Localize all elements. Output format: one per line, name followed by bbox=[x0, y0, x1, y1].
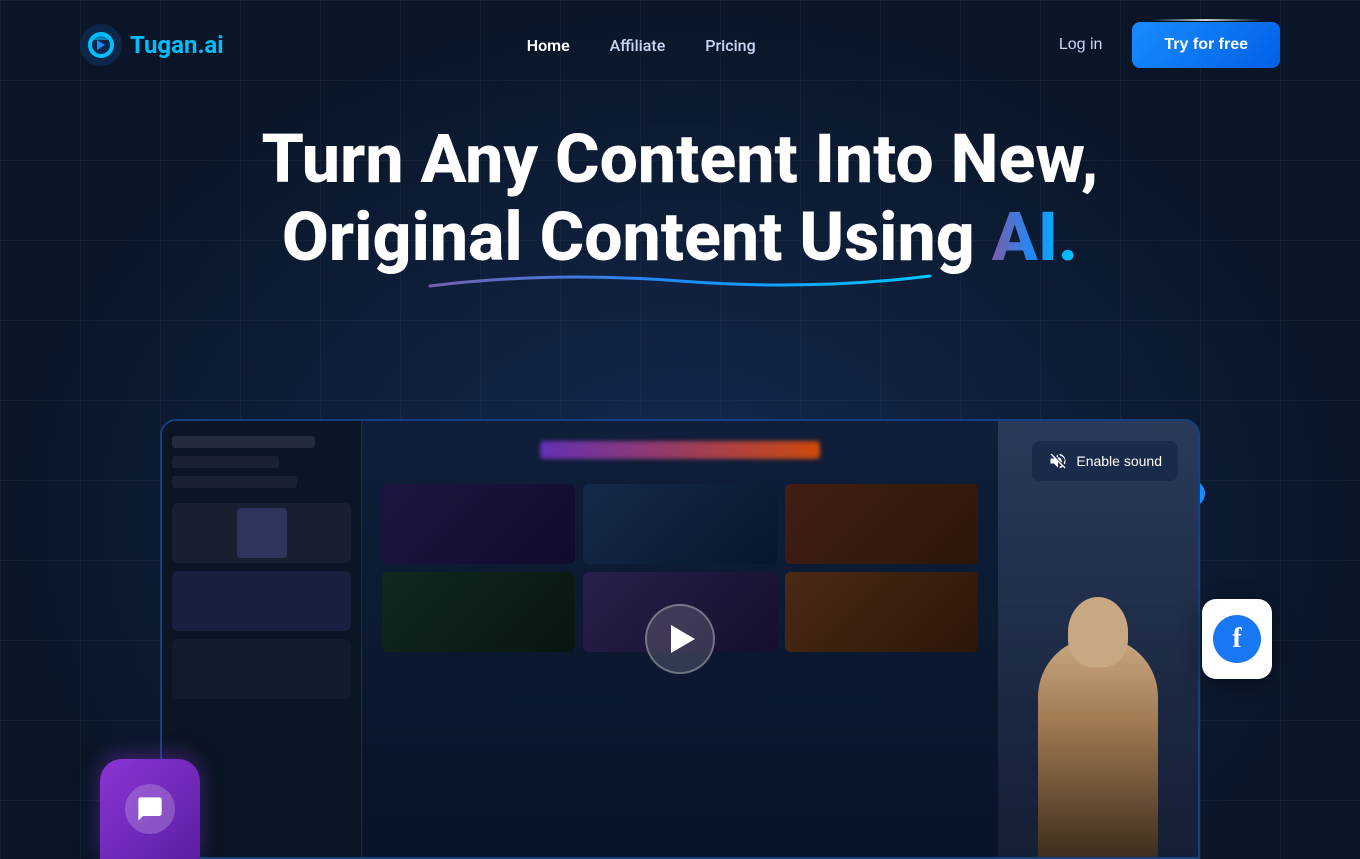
video-thumb-2 bbox=[583, 484, 776, 564]
video-thumb-1 bbox=[382, 484, 575, 564]
video-thumb-4 bbox=[382, 572, 575, 652]
nav-home[interactable]: Home bbox=[527, 36, 570, 55]
video-wrapper: Enable sound bbox=[160, 419, 1200, 859]
nav-links: Home Affiliate Pricing bbox=[527, 36, 756, 55]
person-body bbox=[1038, 637, 1158, 857]
nav-pricing[interactable]: Pricing bbox=[705, 36, 755, 55]
nav-affiliate[interactable]: Affiliate bbox=[610, 36, 666, 55]
phone-icon bbox=[136, 795, 164, 823]
nav-right-actions: Log in Try for free bbox=[1059, 22, 1280, 68]
person-head bbox=[1068, 597, 1128, 667]
hero-title: Turn Any Content Into New, Original Cont… bbox=[230, 120, 1130, 276]
video-inner: Enable sound bbox=[162, 421, 1198, 857]
hero-section: Turn Any Content Into New, Original Cont… bbox=[0, 90, 1360, 316]
enable-sound-button[interactable]: Enable sound bbox=[1032, 441, 1178, 481]
logo-link[interactable]: Tugan.ai bbox=[80, 24, 224, 66]
phone-float-card bbox=[100, 759, 200, 859]
logo-icon bbox=[80, 24, 122, 66]
facebook-icon: f bbox=[1213, 615, 1261, 663]
login-button[interactable]: Log in bbox=[1059, 36, 1103, 54]
facebook-float-card: f bbox=[1202, 599, 1272, 679]
person-silhouette bbox=[998, 421, 1198, 857]
phone-icon-inner bbox=[125, 784, 175, 834]
video-thumb-3 bbox=[785, 484, 978, 564]
navigation: Tugan.ai Home Affiliate Pricing Log in T… bbox=[0, 0, 1360, 90]
logo-text: Tugan.ai bbox=[130, 31, 224, 59]
enable-sound-label: Enable sound bbox=[1076, 453, 1162, 469]
try-for-free-button[interactable]: Try for free bbox=[1132, 22, 1280, 68]
video-thumb-6 bbox=[785, 572, 978, 652]
mute-icon bbox=[1048, 451, 1068, 471]
video-right-panel bbox=[998, 421, 1198, 857]
play-button[interactable] bbox=[645, 604, 715, 674]
play-triangle-icon bbox=[671, 625, 695, 653]
